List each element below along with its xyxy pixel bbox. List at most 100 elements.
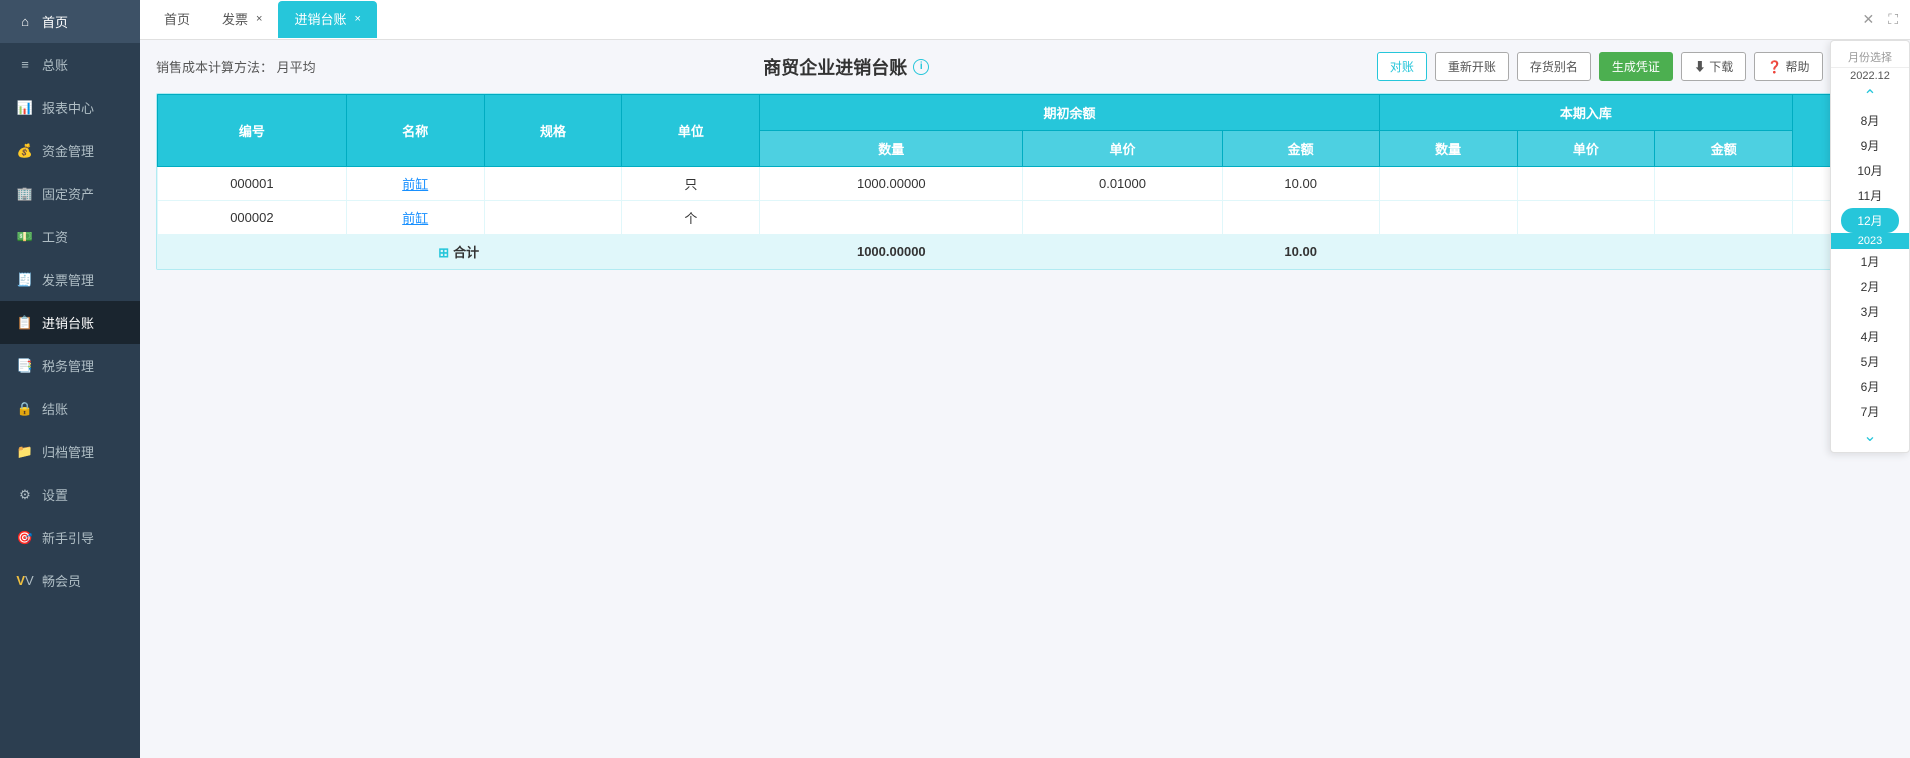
- month-10[interactable]: 10月: [1831, 158, 1909, 183]
- sidebar-label-invoice: 发票管理: [42, 270, 94, 289]
- sidebar-item-fund[interactable]: 💰 资金管理: [0, 129, 140, 172]
- sidebar-label-tax: 税务管理: [42, 356, 94, 375]
- sidebar-item-asset[interactable]: 🏢 固定资产: [0, 172, 140, 215]
- col-spec: 规格: [484, 95, 622, 167]
- sidebar-label-ledger: 总账: [42, 55, 68, 74]
- tab-invoice[interactable]: 发票 ×: [206, 1, 278, 38]
- report-icon: 📊: [16, 100, 34, 116]
- reopen-button[interactable]: 重新开账: [1435, 52, 1509, 81]
- col-current-in: 本期入库: [1379, 95, 1793, 131]
- total-init-amount: 10.00: [1222, 235, 1379, 269]
- col-in-price: 单价: [1517, 131, 1655, 167]
- year-2023-badge: 2023: [1831, 233, 1909, 249]
- tab-trade-label: 进销台账: [294, 9, 346, 28]
- help-button[interactable]: ❓ 帮助: [1754, 52, 1822, 81]
- sidebar-item-invoice[interactable]: 🧾 发票管理: [0, 258, 140, 301]
- cell-init-amount: 10.00: [1222, 167, 1379, 201]
- col-id: 编号: [158, 95, 347, 167]
- month-panel-title: 月份选择: [1831, 45, 1909, 68]
- month-4[interactable]: 4月: [1831, 324, 1909, 349]
- trade-table: 编号 名称 规格 单位 期初余额 本期入库 数 数量 单价 金额 数量 单价: [157, 94, 1893, 269]
- col-init-price: 单价: [1023, 131, 1222, 167]
- col-period-initial: 期初余额: [760, 95, 1379, 131]
- sidebar-item-guide[interactable]: 🎯 新手引导: [0, 516, 140, 559]
- col-in-qty: 数量: [1379, 131, 1517, 167]
- page-title: 商贸企业进销台账: [763, 54, 907, 80]
- total-label: ⊞合计: [158, 235, 760, 269]
- page-toolbar: 销售成本计算方法： 月平均 商贸企业进销台账 i 对账 重新开账 存货别名 生成…: [156, 52, 1894, 81]
- maximize-button[interactable]: ⛶: [1884, 9, 1902, 30]
- tax-icon: 📑: [16, 358, 34, 374]
- cell-unit: 个: [622, 201, 760, 235]
- sidebar-item-archive[interactable]: 📁 归档管理: [0, 430, 140, 473]
- sidebar-item-settle[interactable]: 🔒 结账: [0, 387, 140, 430]
- month-9[interactable]: 9月: [1831, 133, 1909, 158]
- cell-spec: [484, 201, 622, 235]
- month-panel: 月份选择 2022.12 ⌃ 8月 9月 10月 11月 12月 2023 1月…: [1830, 40, 1910, 453]
- year-2022-label: 2022.12: [1831, 68, 1909, 84]
- sidebar: 首页 ≡ 总账 📊 报表中心 💰 资金管理 🏢 固定资产 💵 工资 🧾 发票管理…: [0, 0, 140, 758]
- sidebar-label-archive: 归档管理: [42, 442, 94, 461]
- help-icon: ❓: [1767, 60, 1782, 74]
- sidebar-item-ledger[interactable]: ≡ 总账: [0, 43, 140, 86]
- sidebar-label-home: 首页: [42, 12, 68, 31]
- tab-home[interactable]: 首页: [148, 1, 206, 38]
- window-controls: ✕ ⛶: [1858, 9, 1902, 30]
- sidebar-item-setting[interactable]: ⚙ 设置: [0, 473, 140, 516]
- cell-spec: [484, 167, 622, 201]
- cell-init-qty: 1000.00000: [760, 167, 1023, 201]
- month-7[interactable]: 7月: [1831, 399, 1909, 424]
- cell-in-qty: [1379, 201, 1517, 235]
- cell-id: 000001: [158, 167, 347, 201]
- total-in-amount: [1655, 235, 1793, 269]
- fund-icon: 💰: [16, 143, 34, 159]
- sidebar-label-fund: 资金管理: [42, 141, 94, 160]
- cell-name: 前缸: [346, 167, 484, 201]
- cell-in-price: [1517, 167, 1655, 201]
- cost-method: 销售成本计算方法： 月平均: [156, 57, 316, 76]
- sidebar-item-vip[interactable]: V 畅会员: [0, 559, 140, 602]
- month-1[interactable]: 1月: [1831, 249, 1909, 274]
- month-2[interactable]: 2月: [1831, 274, 1909, 299]
- month-12[interactable]: 12月: [1841, 208, 1899, 233]
- table-header-row1: 编号 名称 规格 单位 期初余额 本期入库 数: [158, 95, 1893, 131]
- data-table: 编号 名称 规格 单位 期初余额 本期入库 数 数量 单价 金额 数量 单价: [156, 93, 1894, 270]
- month-11[interactable]: 11月: [1831, 183, 1909, 208]
- close-trade-tab[interactable]: ×: [354, 13, 360, 25]
- save-alias-button[interactable]: 存货别名: [1517, 52, 1591, 81]
- close-invoice-tab[interactable]: ×: [256, 13, 262, 25]
- month-3[interactable]: 3月: [1831, 299, 1909, 324]
- cost-method-value: 月平均: [277, 60, 316, 75]
- generate-voucher-button[interactable]: 生成凭证: [1599, 52, 1673, 81]
- month-scroll-up[interactable]: ⌃: [1831, 84, 1909, 108]
- title-info-icon[interactable]: i: [913, 59, 929, 75]
- minimize-button[interactable]: ✕: [1858, 9, 1878, 30]
- action-buttons: 对账 重新开账 存货别名 生成凭证 ⬇ 下载 ❓ 帮助 ↻ 刷新: [1377, 52, 1894, 81]
- cell-in-qty: [1379, 167, 1517, 201]
- month-5[interactable]: 5月: [1831, 349, 1909, 374]
- table-row: 000001 前缸 只 1000.00000 0.01000 10.00: [158, 167, 1893, 201]
- total-icon: ⊞: [438, 245, 449, 260]
- tab-trade[interactable]: 进销台账 ×: [278, 1, 376, 38]
- sidebar-item-tax[interactable]: 📑 税务管理: [0, 344, 140, 387]
- download-icon: ⬇: [1694, 60, 1706, 74]
- sidebar-item-report[interactable]: 📊 报表中心: [0, 86, 140, 129]
- ledger-icon: ≡: [16, 57, 34, 72]
- sidebar-item-home[interactable]: 首页: [0, 0, 140, 43]
- sidebar-label-report: 报表中心: [42, 98, 94, 117]
- archive-icon: 📁: [16, 444, 34, 460]
- download-button[interactable]: ⬇ 下载: [1681, 52, 1746, 81]
- sidebar-item-salary[interactable]: 💵 工资: [0, 215, 140, 258]
- sidebar-label-vip: 畅会员: [42, 571, 81, 590]
- month-6[interactable]: 6月: [1831, 374, 1909, 399]
- invoice-icon: 🧾: [16, 272, 34, 288]
- month-8[interactable]: 8月: [1831, 108, 1909, 133]
- cell-in-price: [1517, 201, 1655, 235]
- cell-init-price: 0.01000: [1023, 167, 1222, 201]
- sidebar-item-trade[interactable]: 📋 进销台账: [0, 301, 140, 344]
- total-init-price: [1023, 235, 1222, 269]
- month-scroll-down[interactable]: ⌄: [1831, 424, 1909, 448]
- page-title-group: 商贸企业进销台账 i: [763, 54, 929, 80]
- sidebar-label-guide: 新手引导: [42, 528, 94, 547]
- reconcile-button[interactable]: 对账: [1377, 52, 1427, 81]
